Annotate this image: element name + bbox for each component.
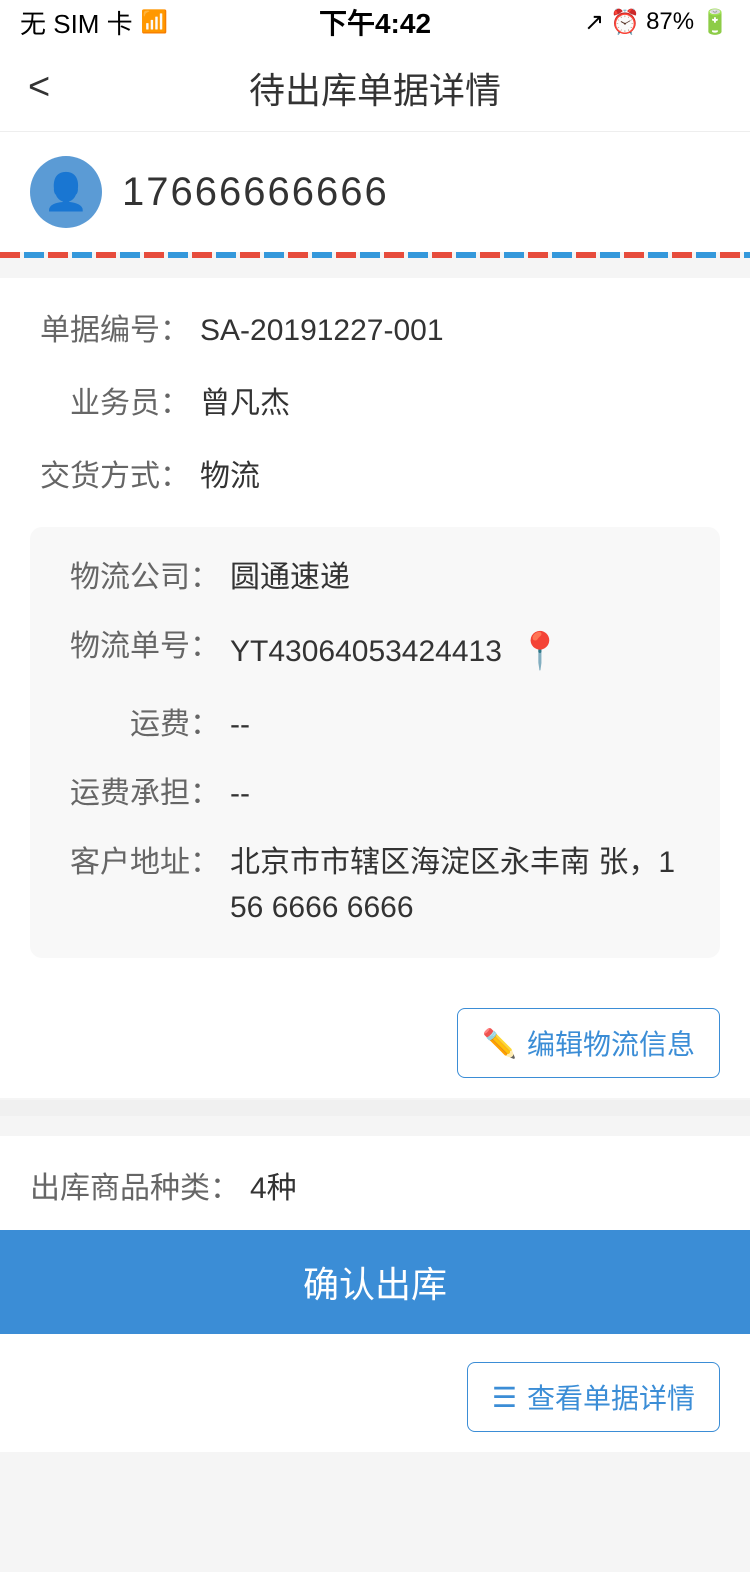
tracking-container: YT43064053424413 📍: [230, 624, 690, 678]
goods-types-label: 出库商品种类：: [30, 1166, 240, 1211]
page-title: 待出库单据详情: [249, 62, 501, 114]
goods-types-value: 4种: [250, 1166, 720, 1211]
tracking-no-value: YT43064053424413: [230, 629, 502, 674]
order-no-label: 单据编号：: [30, 308, 190, 353]
edit-btn-container: ✏️ 编辑物流信息: [0, 988, 750, 1098]
delivery-label: 交货方式：: [30, 454, 190, 499]
order-no-value: SA-20191227-001: [200, 308, 720, 353]
logistics-box: 物流公司： 圆通速递 物流单号： YT43064053424413 📍 运费： …: [30, 527, 720, 958]
bottom-spacer: [0, 1452, 750, 1572]
salesman-label: 业务员：: [30, 381, 190, 426]
freight-bear-label: 运费承担：: [60, 771, 220, 816]
order-info-section: 单据编号： SA-20191227-001 业务员： 曾凡杰 交货方式： 物流 …: [0, 278, 750, 988]
delivery-row: 交货方式： 物流: [30, 454, 720, 499]
view-details-button[interactable]: ☰ 查看单据详情: [467, 1362, 720, 1432]
carrier-label: 无 SIM 卡: [20, 4, 133, 41]
battery-icon: 🔋: [700, 8, 730, 37]
status-bar: 无 SIM 卡 📶 下午4:42 ↗ ⏰ 87% 🔋: [0, 0, 750, 44]
user-phone: 17666666666: [122, 170, 389, 215]
section-divider: [0, 1100, 750, 1116]
address-value: 北京市市辖区海淀区永丰南 张，156 6666 6666: [230, 840, 690, 930]
edit-logistics-button[interactable]: ✏️ 编辑物流信息: [457, 1008, 720, 1078]
edit-logistics-label: 编辑物流信息: [527, 1023, 695, 1063]
tracking-no-label: 物流单号：: [60, 624, 220, 669]
tracking-no-row: 物流单号： YT43064053424413 📍: [60, 624, 690, 678]
wifi-icon: 📶: [141, 9, 168, 35]
avatar: 👤: [30, 156, 102, 228]
freight-value: --: [230, 702, 690, 747]
order-no-row: 单据编号： SA-20191227-001: [30, 308, 720, 353]
status-left: 无 SIM 卡 📶: [20, 4, 168, 41]
battery-label: 87%: [646, 8, 694, 36]
back-button[interactable]: <: [28, 66, 50, 109]
address-label: 客户地址：: [60, 840, 220, 885]
view-btn-container: ☰ 查看单据详情: [0, 1342, 750, 1452]
freight-bear-value: --: [230, 771, 690, 816]
delivery-value: 物流: [200, 454, 720, 499]
alarm-icon: ⏰: [610, 8, 640, 37]
nav-bar: < 待出库单据详情: [0, 44, 750, 132]
user-header: 👤 17666666666: [0, 132, 750, 252]
status-right: ↗ ⏰ 87% 🔋: [584, 8, 730, 37]
dashed-separator: [0, 252, 750, 258]
address-row: 客户地址： 北京市市辖区海淀区永丰南 张，156 6666 6666: [60, 840, 690, 930]
logistics-company-label: 物流公司：: [60, 555, 220, 600]
list-icon: ☰: [492, 1381, 517, 1414]
edit-icon: ✏️: [482, 1027, 517, 1060]
salesman-row: 业务员： 曾凡杰: [30, 381, 720, 426]
salesman-value: 曾凡杰: [200, 381, 720, 426]
freight-label: 运费：: [60, 702, 220, 747]
freight-bear-row: 运费承担： --: [60, 771, 690, 816]
logistics-company-value: 圆通速递: [230, 555, 690, 600]
confirm-btn-area: 确认出库: [0, 1230, 750, 1334]
map-pin-icon[interactable]: 📍: [518, 624, 563, 678]
freight-row: 运费： --: [60, 702, 690, 747]
logistics-company-row: 物流公司： 圆通速递: [60, 555, 690, 600]
goods-types-row: 出库商品种类： 4种: [30, 1166, 720, 1211]
location-icon: ↗: [584, 8, 604, 37]
confirm-outbound-button[interactable]: 确认出库: [0, 1256, 750, 1308]
view-details-label: 查看单据详情: [527, 1377, 695, 1417]
status-time: 下午4:42: [319, 2, 431, 42]
